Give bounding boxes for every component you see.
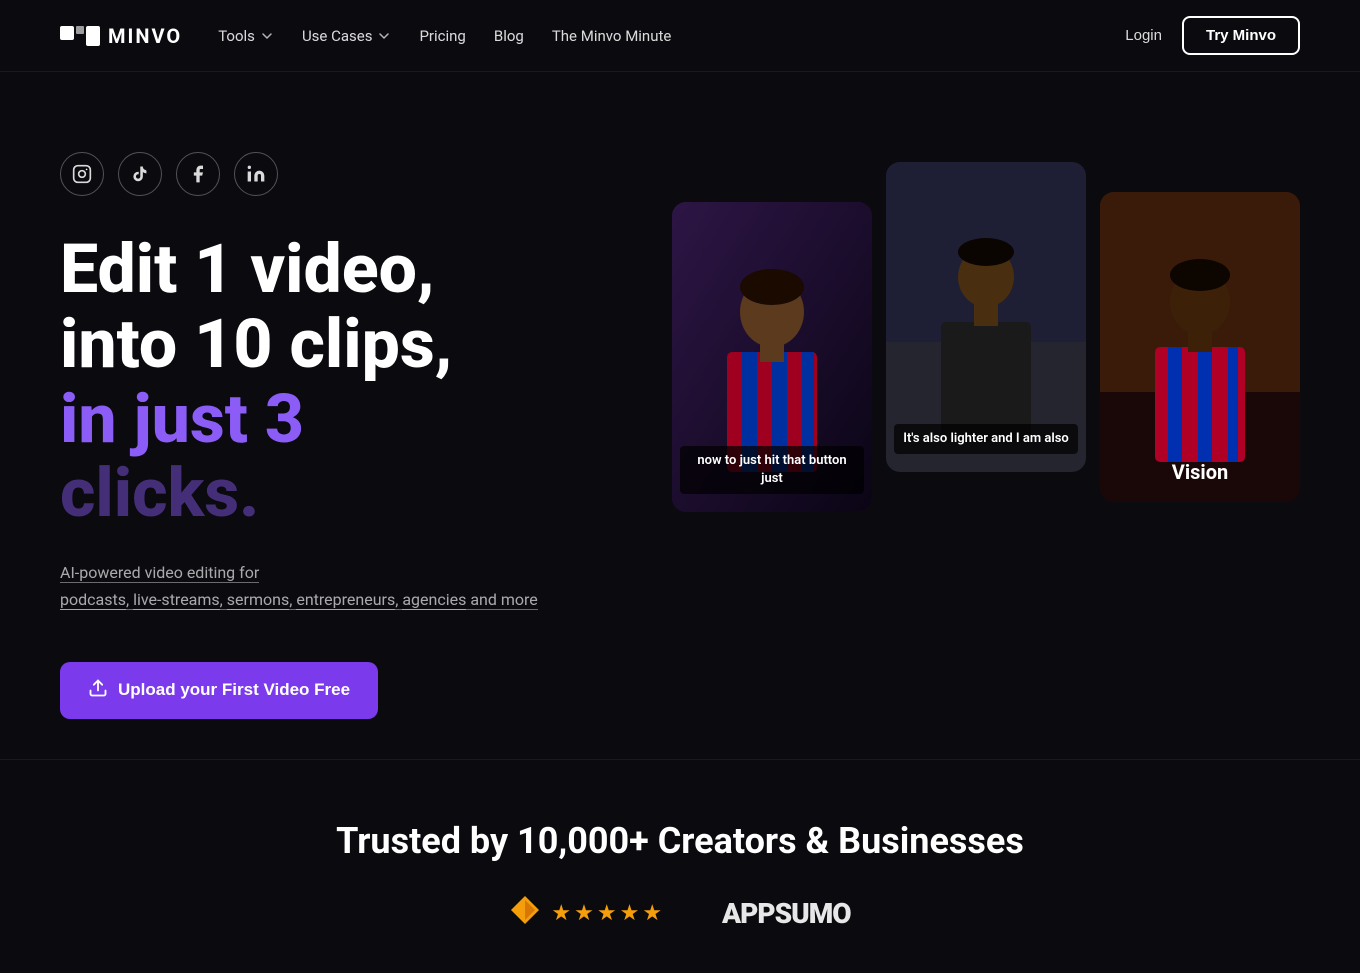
nav-link-minvo-minute[interactable]: The Minvo Minute [552, 27, 672, 45]
logo-text: MINVO [108, 24, 182, 48]
video-subtitle-1: now to just hit that button just [680, 446, 864, 494]
nav-link-usecases[interactable]: Use Cases [302, 27, 392, 45]
nav-item-pricing[interactable]: Pricing [419, 27, 465, 45]
video-thumb-1: now to just hit that button just [672, 202, 872, 512]
video-vision-label: Vision [1100, 460, 1300, 484]
hero-left: Edit 1 video, into 10 clips, in just 3 c… [60, 132, 660, 719]
nav-item-minvo-minute[interactable]: The Minvo Minute [552, 27, 672, 45]
review-logo-item: ★ ★ ★ ★ ★ [509, 894, 662, 933]
nav-right: Login Try Minvo [1125, 16, 1300, 55]
trusted-title: Trusted by 10,000+ Creators & Businesses [60, 820, 1300, 862]
hero-line1: Edit 1 video, [60, 232, 660, 307]
navigation: MINVO Tools Use Cases [0, 0, 1360, 72]
facebook-icon[interactable] [176, 152, 220, 196]
linkedin-icon[interactable] [234, 152, 278, 196]
upload-cta-button[interactable]: Upload your First Video Free [60, 662, 378, 719]
star-5: ★ [642, 901, 662, 926]
star-1: ★ [551, 901, 571, 926]
hero-video-cards: now to just hit that button just [660, 132, 1300, 719]
instagram-icon[interactable] [60, 152, 104, 196]
star-3: ★ [597, 901, 617, 926]
tiktok-icon[interactable] [118, 152, 162, 196]
upload-cta-label: Upload your First Video Free [118, 680, 350, 700]
hero-section: Edit 1 video, into 10 clips, in just 3 c… [0, 72, 1360, 759]
logo[interactable]: MINVO [60, 22, 182, 50]
nav-links: Tools Use Cases Pricing [218, 27, 671, 45]
trusted-section: Trusted by 10,000+ Creators & Businesses… [0, 759, 1360, 973]
star-2: ★ [574, 901, 594, 926]
upload-icon [88, 678, 108, 703]
person-svg-3 [1100, 192, 1300, 502]
trusted-logos: ★ ★ ★ ★ ★ APPSUMO [60, 894, 1300, 933]
login-button[interactable]: Login [1125, 27, 1162, 44]
video-card-2: It's also lighter and I am also [886, 162, 1086, 472]
hero-subheading: AI-powered video editing for podcasts, l… [60, 559, 660, 613]
appsumo-logo: APPSUMO [722, 897, 851, 930]
hero-line2: into 10 clips, [60, 307, 660, 382]
hero-line4: clicks. [60, 456, 660, 531]
try-minvo-button[interactable]: Try Minvo [1182, 16, 1300, 55]
video-card-3: Vision [1100, 192, 1300, 502]
nav-item-blog[interactable]: Blog [494, 27, 524, 45]
nav-link-pricing[interactable]: Pricing [419, 27, 465, 45]
video-card-1: now to just hit that button just [672, 202, 872, 512]
capterra-icon [509, 894, 541, 933]
nav-item-tools[interactable]: Tools [218, 27, 274, 45]
video-thumb-2: It's also lighter and I am also [886, 162, 1086, 472]
video-thumb-3: Vision [1100, 192, 1300, 502]
hero-headline: Edit 1 video, into 10 clips, in just 3 c… [60, 232, 660, 531]
social-icons-row [60, 152, 660, 196]
hero-categories: podcasts, live-streams, sermons, entrepr… [60, 590, 538, 610]
hero-line3: in just 3 [60, 382, 660, 457]
video-subtitle-2: It's also lighter and I am also [894, 424, 1078, 454]
nav-left: MINVO Tools Use Cases [60, 22, 671, 50]
appsumo-logo-item: APPSUMO [722, 897, 851, 930]
star-4: ★ [620, 901, 640, 926]
nav-item-usecases[interactable]: Use Cases [302, 27, 392, 45]
chevron-down-icon [260, 29, 274, 43]
chevron-down-icon-2 [377, 29, 391, 43]
nav-link-tools[interactable]: Tools [218, 27, 274, 45]
logo-icon [60, 22, 100, 50]
star-rating: ★ ★ ★ ★ ★ [551, 901, 662, 926]
nav-link-blog[interactable]: Blog [494, 27, 524, 45]
